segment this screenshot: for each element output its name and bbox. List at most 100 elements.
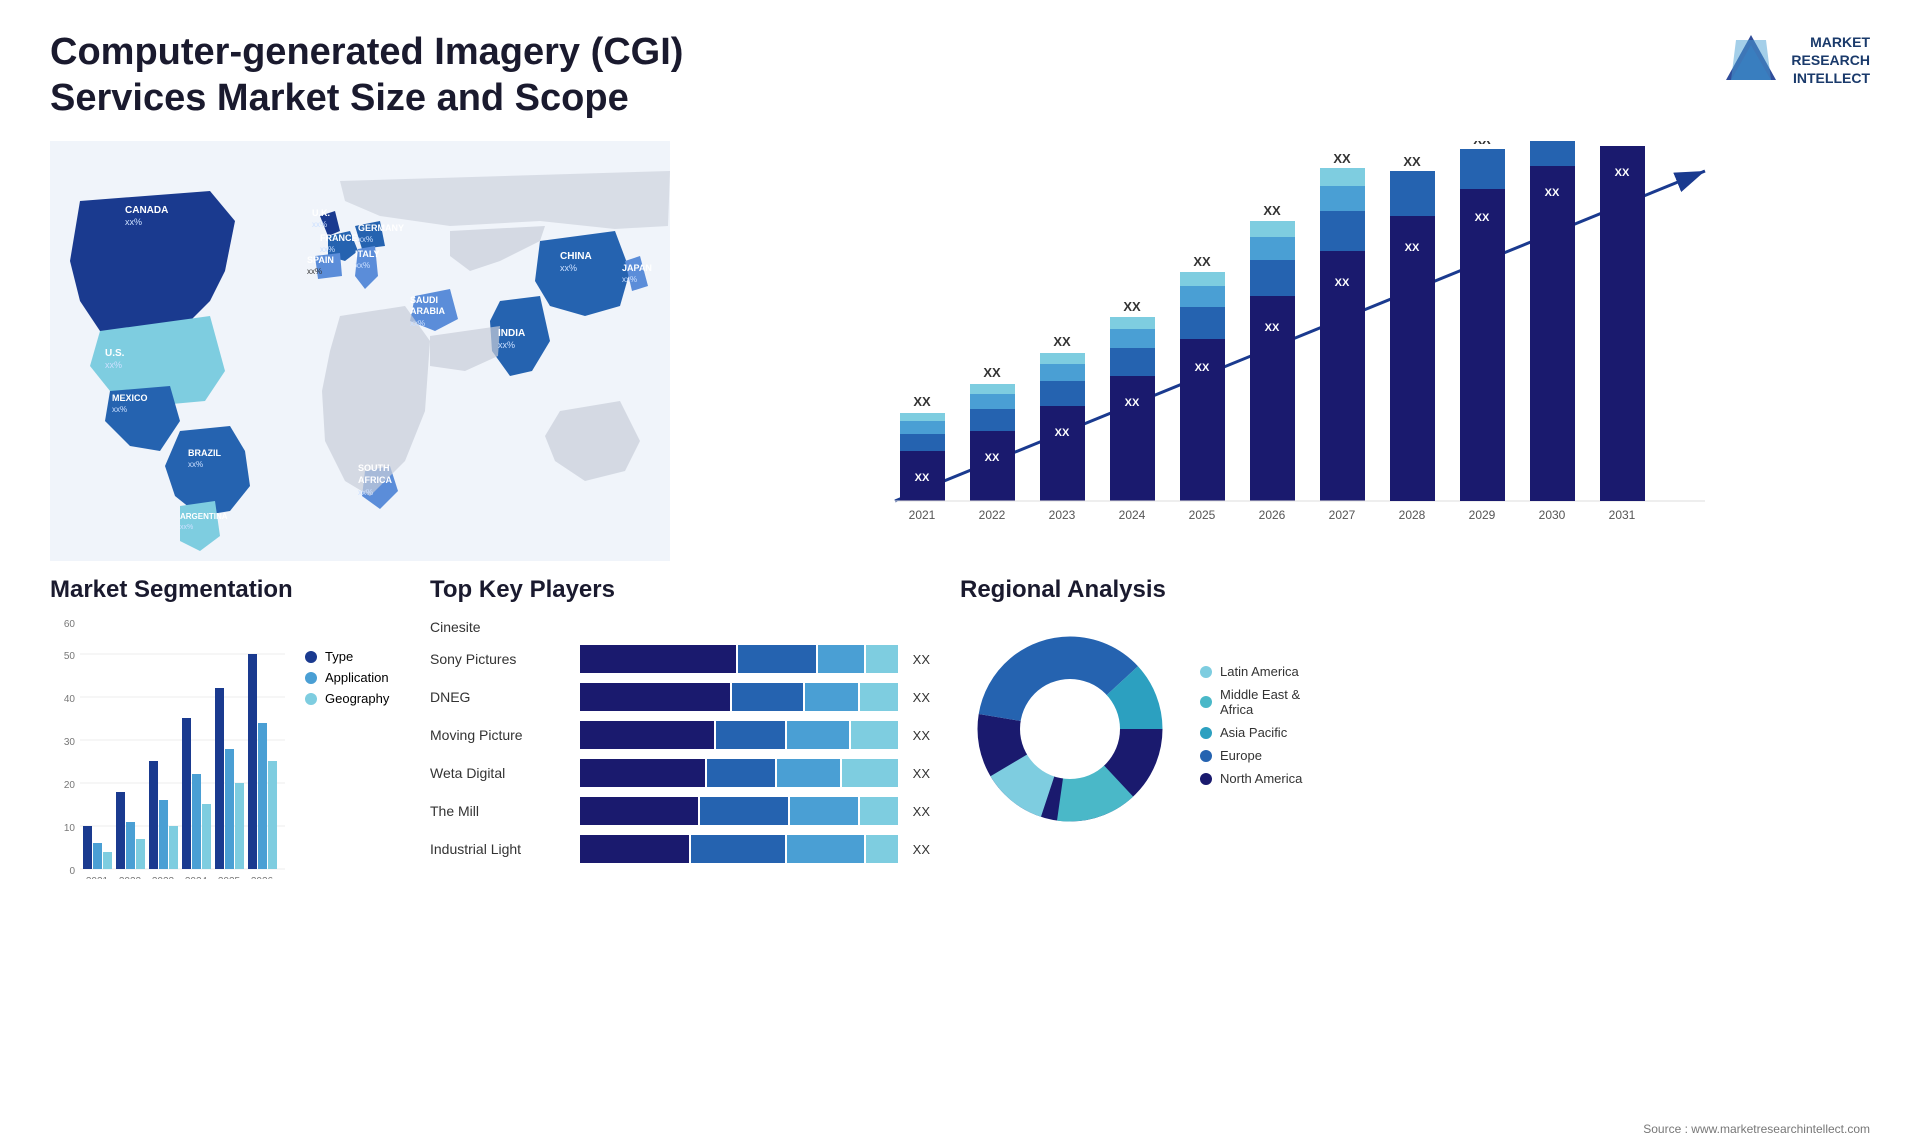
seg-2025-app [225, 749, 234, 869]
val-2023: XX [1053, 334, 1071, 349]
us-label: U.S. [105, 348, 125, 359]
bar-2021-seg3 [900, 421, 945, 434]
donut-container: Latin America Middle East &Africa Asia P… [960, 619, 1380, 839]
seg-2026-app [258, 723, 267, 869]
legend-northamerica-label: North America [1220, 771, 1302, 786]
bar-2024-seg3 [1110, 329, 1155, 348]
southafrica-label: SOUTH [358, 463, 390, 473]
france-value: xx% [320, 245, 335, 254]
seg-2022-app [126, 822, 135, 869]
bar-2023-seg4 [1040, 353, 1085, 364]
legend-geography-label: Geography [325, 691, 389, 706]
player-dneg-seg4 [860, 683, 897, 711]
growth-chart-section: XX XX XX XX [700, 141, 1870, 561]
india-value: xx% [498, 340, 515, 350]
canada-value: xx% [125, 217, 142, 227]
player-weta-seg1 [580, 759, 705, 787]
argentina-value: xx% [180, 524, 193, 531]
player-dneg: DNEG XX [430, 683, 930, 711]
legend-europe-label: Europe [1220, 748, 1262, 763]
bar-2028-label: XX [1405, 242, 1420, 254]
canada-label: CANADA [125, 205, 168, 216]
legend-mea-label: Middle East &Africa [1220, 687, 1300, 717]
player-weta-seg3 [777, 759, 839, 787]
player-ind-seg4 [866, 835, 897, 863]
legend-europe-dot [1200, 750, 1212, 762]
axis-2026: 2026 [1259, 508, 1286, 522]
spain-label: SPAIN [307, 255, 334, 265]
bar-2027-seg2 [1320, 211, 1365, 251]
seg-2026-geo [268, 761, 277, 869]
axis-2022: 2022 [979, 508, 1006, 522]
player-weta-seg4 [842, 759, 898, 787]
key-players-title: Top Key Players [430, 576, 930, 604]
bar-2021-seg2 [900, 434, 945, 451]
spain-value: xx% [307, 267, 322, 276]
uk-value: xx% [312, 220, 327, 229]
bar-2023-seg3 [1040, 364, 1085, 381]
svg-text:30: 30 [64, 737, 76, 748]
saudiarabia-value: xx% [410, 319, 425, 328]
player-mill-seg3 [790, 797, 859, 825]
player-weta-value: XX [913, 766, 930, 781]
axis-2029: 2029 [1469, 508, 1496, 522]
svg-text:2025: 2025 [218, 876, 241, 879]
trend-line [895, 171, 1705, 501]
svg-text:2026: 2026 [251, 876, 274, 879]
map-section: CANADA xx% U.S. xx% MEXICO xx% BRAZIL xx… [50, 141, 670, 561]
bar-2031-seg1 [1600, 146, 1645, 501]
player-industrial: Industrial Light XX [430, 835, 930, 863]
legend-application-label: Application [325, 670, 389, 685]
seg-2024-geo [202, 804, 211, 869]
us-value: xx% [105, 360, 122, 370]
legend-type-label: Type [325, 649, 353, 664]
bar-2026-seg4 [1250, 221, 1295, 237]
bar-2029-seg2 [1460, 149, 1505, 189]
argentina-label: ARGENTINA [180, 512, 228, 521]
player-dneg-seg2 [732, 683, 804, 711]
player-cinesite-name: Cinesite [430, 619, 570, 635]
axis-2027: 2027 [1329, 508, 1356, 522]
legend-latam-label: Latin America [1220, 664, 1299, 679]
bar-2027-label: XX [1335, 277, 1350, 289]
player-dneg-name: DNEG [430, 689, 570, 705]
val-2028: XX [1403, 154, 1421, 169]
val-2027: XX [1333, 151, 1351, 166]
player-mill-seg2 [700, 797, 787, 825]
axis-2025: 2025 [1189, 508, 1216, 522]
mexico-value: xx% [112, 405, 127, 414]
player-industrial-bar [580, 835, 898, 863]
germany-label: GERMANY [358, 223, 404, 233]
bar-2026-label: XX [1265, 322, 1280, 334]
world-map: CANADA xx% U.S. xx% MEXICO xx% BRAZIL xx… [50, 141, 670, 561]
france-label: FRANCE [320, 233, 358, 243]
seg-2025-type [215, 688, 224, 869]
player-mp-seg3 [787, 721, 849, 749]
logo-container: MARKET RESEARCH INTELLECT [1721, 30, 1870, 90]
player-weta-bar [580, 759, 898, 787]
player-mill-bar [580, 797, 898, 825]
legend-asiapac-dot [1200, 727, 1212, 739]
saudiarabia-label2: ARABIA [410, 306, 445, 316]
legend-asiapac: Asia Pacific [1200, 725, 1302, 740]
player-cinesite: Cinesite [430, 619, 930, 635]
legend-europe: Europe [1200, 748, 1302, 763]
seg-2021-geo [103, 852, 112, 869]
bar-2023-seg2 [1040, 381, 1085, 406]
bar-2022-seg1 [970, 431, 1015, 501]
china-value: xx% [560, 263, 577, 273]
germany-value: xx% [358, 235, 373, 244]
page-container: Computer-generated Imagery (CGI) Service… [0, 0, 1920, 1146]
player-ind-seg3 [787, 835, 865, 863]
player-dneg-seg1 [580, 683, 730, 711]
japan-value: xx% [622, 275, 637, 284]
bar-2024-seg2 [1110, 348, 1155, 376]
legend-type: Type [305, 649, 389, 664]
player-sony: Sony Pictures XX [430, 645, 930, 673]
segmentation-chart: 0 10 20 30 40 50 60 [50, 619, 290, 879]
player-industrial-name: Industrial Light [430, 841, 570, 857]
growth-chart: XX XX XX XX [700, 141, 1870, 561]
bar-2031-label: XX [1615, 167, 1630, 179]
regional-legend: Latin America Middle East &Africa Asia P… [1200, 664, 1302, 794]
logo-icon [1721, 30, 1781, 90]
